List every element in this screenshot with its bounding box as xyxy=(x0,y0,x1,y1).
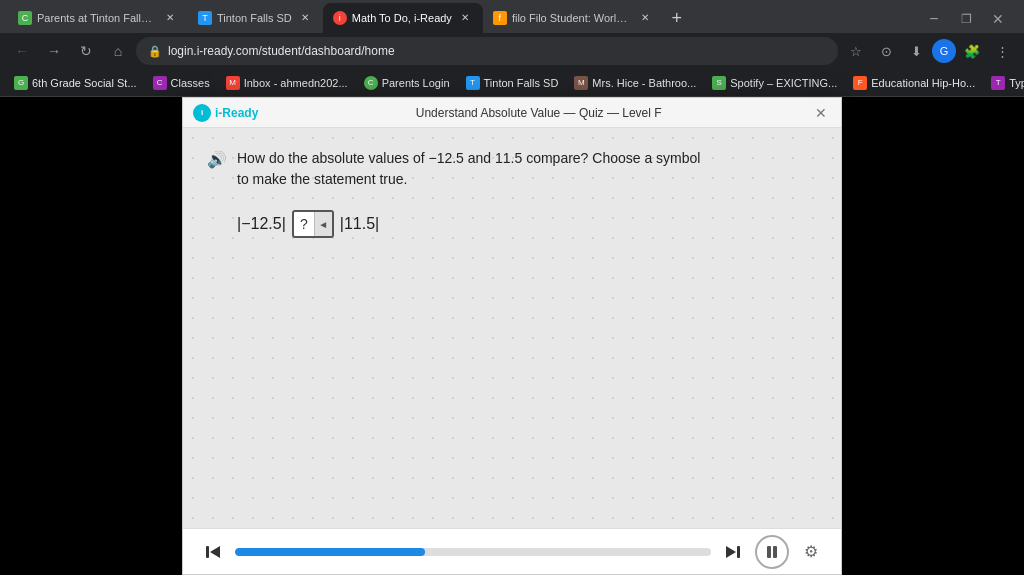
tab-1[interactable]: C Parents at Tinton Falls School D... ✕ xyxy=(8,3,188,33)
bookmark-1[interactable]: G 6th Grade Social St... xyxy=(8,74,143,92)
progress-bar-container[interactable] xyxy=(235,548,711,556)
bookmark-star-button[interactable]: ☆ xyxy=(842,37,870,65)
tab-3-label: Math To Do, i-Ready xyxy=(352,12,452,24)
tab-3-close[interactable]: ✕ xyxy=(457,10,473,26)
tab-4-favicon: f xyxy=(493,11,507,25)
bookmark-5-icon: T xyxy=(466,76,480,90)
bookmark-2[interactable]: C Classes xyxy=(147,74,216,92)
tab-2[interactable]: T Tinton Falls SD ✕ xyxy=(188,3,323,33)
svg-rect-4 xyxy=(767,546,771,558)
right-expression: |11.5| xyxy=(340,215,379,233)
bookmark-7[interactable]: S Spotify – EXICTING... xyxy=(706,74,843,92)
bookmark-2-icon: C xyxy=(153,76,167,90)
bookmark-8-label: Educational Hip-Ho... xyxy=(871,77,975,89)
browser-frame: C Parents at Tinton Falls School D... ✕ … xyxy=(0,0,1024,575)
bookmark-4-icon: C xyxy=(364,76,378,90)
tab-1-favicon: C xyxy=(18,11,32,25)
question-line2: to make the statement true. xyxy=(237,171,407,187)
tab-1-label: Parents at Tinton Falls School D... xyxy=(37,12,157,24)
tab-4[interactable]: f filo Filo Student: World's Only Live l… xyxy=(483,3,663,33)
bookmark-2-label: Classes xyxy=(171,77,210,89)
tab-2-close[interactable]: ✕ xyxy=(297,10,313,26)
iready-window-title: Understand Absolute Value — Quiz — Level… xyxy=(266,106,811,120)
iready-logo-text: i-Ready xyxy=(215,106,258,120)
tab-bar: C Parents at Tinton Falls School D... ✕ … xyxy=(0,0,1024,33)
maximize-button[interactable]: ❐ xyxy=(952,5,980,33)
tab-2-favicon: T xyxy=(198,11,212,25)
quiz-content: 🔊 How do the absolute values of −12.5 an… xyxy=(183,128,841,528)
back-button[interactable]: ← xyxy=(8,37,36,65)
bookmark-3-icon: M xyxy=(226,76,240,90)
comparison-arrow[interactable]: ◄ xyxy=(314,212,332,236)
bookmark-6[interactable]: M Mrs. Hice - Bathroo... xyxy=(568,74,702,92)
bookmark-7-label: Spotify – EXICTING... xyxy=(730,77,837,89)
address-url: login.i-ready.com/student/dashboard/home xyxy=(168,44,826,58)
svg-marker-3 xyxy=(726,546,736,558)
speaker-icon[interactable]: 🔊 xyxy=(207,150,227,170)
bookmark-9-label: Typing Lessons | U... xyxy=(1009,77,1024,89)
iready-logo-icon: i xyxy=(193,104,211,122)
bookmark-8[interactable]: F Educational Hip-Ho... xyxy=(847,74,981,92)
question-text: How do the absolute values of −12.5 and … xyxy=(237,148,700,190)
address-bar[interactable]: 🔒 login.i-ready.com/student/dashboard/ho… xyxy=(136,37,838,65)
skip-back-button[interactable] xyxy=(199,538,227,566)
tab-4-label: filo Filo Student: World's Only Live li.… xyxy=(512,12,632,24)
bookmark-4[interactable]: C Parents Login xyxy=(358,74,456,92)
iready-logo: i i-Ready xyxy=(193,104,258,122)
history-button[interactable]: ⊙ xyxy=(872,37,900,65)
window-close-button[interactable]: ✕ xyxy=(984,5,1012,33)
svg-rect-0 xyxy=(206,546,209,558)
tab-1-close[interactable]: ✕ xyxy=(162,10,178,26)
bookmark-5-label: Tinton Falls SD xyxy=(484,77,559,89)
page-content: i i-Ready Understand Absolute Value — Qu… xyxy=(0,97,1024,575)
svg-rect-2 xyxy=(737,546,740,558)
tab-4-close[interactable]: ✕ xyxy=(637,10,653,26)
pause-button[interactable] xyxy=(755,535,789,569)
bookmark-3[interactable]: M Inbox - ahmedn202... xyxy=(220,74,354,92)
tab-3-favicon: i xyxy=(333,11,347,25)
bookmark-9[interactable]: T Typing Lessons | U... xyxy=(985,74,1024,92)
forward-button[interactable]: → xyxy=(40,37,68,65)
refresh-button[interactable]: ↻ xyxy=(72,37,100,65)
profile-button[interactable]: G xyxy=(932,39,956,63)
tab-3[interactable]: i Math To Do, i-Ready ✕ xyxy=(323,3,483,33)
bookmarks-bar: G 6th Grade Social St... C Classes M Inb… xyxy=(0,70,1024,98)
bookmark-6-label: Mrs. Hice - Bathroo... xyxy=(592,77,696,89)
skip-forward-button[interactable] xyxy=(719,538,747,566)
iready-close-button[interactable]: ✕ xyxy=(811,103,831,123)
nav-right-buttons: ☆ ⊙ ⬇ G 🧩 ⋮ xyxy=(842,37,1016,65)
svg-marker-1 xyxy=(210,546,220,558)
comparison-dropdown[interactable]: ? ◄ xyxy=(292,210,334,238)
answer-row: |−12.5| ? ◄ |11.5| xyxy=(237,210,817,238)
question-line1: How do the absolute values of −12.5 and … xyxy=(237,150,700,166)
lock-icon: 🔒 xyxy=(148,45,162,58)
home-button[interactable]: ⌂ xyxy=(104,37,132,65)
nav-bar: ← → ↻ ⌂ 🔒 login.i-ready.com/student/dash… xyxy=(0,33,1024,70)
minimize-button[interactable]: − xyxy=(920,5,948,33)
svg-rect-5 xyxy=(773,546,777,558)
bookmark-3-label: Inbox - ahmedn202... xyxy=(244,77,348,89)
bookmark-6-icon: M xyxy=(574,76,588,90)
bookmark-7-icon: S xyxy=(712,76,726,90)
comparison-value: ? xyxy=(294,216,314,232)
bottom-controls: ⚙ xyxy=(183,528,841,574)
dropdown-arrow-icon: ◄ xyxy=(318,219,328,230)
iready-titlebar: i i-Ready Understand Absolute Value — Qu… xyxy=(183,98,841,128)
bookmark-1-icon: G xyxy=(14,76,28,90)
progress-bar-fill xyxy=(235,548,425,556)
iready-window: i i-Ready Understand Absolute Value — Qu… xyxy=(182,97,842,575)
extensions-button[interactable]: 🧩 xyxy=(958,37,986,65)
more-menu-button[interactable]: ⋮ xyxy=(988,37,1016,65)
download-button[interactable]: ⬇ xyxy=(902,37,930,65)
bookmark-5[interactable]: T Tinton Falls SD xyxy=(460,74,565,92)
question-row: 🔊 How do the absolute values of −12.5 an… xyxy=(207,148,817,190)
new-tab-button[interactable]: + xyxy=(663,5,691,33)
bookmark-8-icon: F xyxy=(853,76,867,90)
tab-2-label: Tinton Falls SD xyxy=(217,12,292,24)
settings-button[interactable]: ⚙ xyxy=(797,538,825,566)
bookmark-9-icon: T xyxy=(991,76,1005,90)
left-expression: |−12.5| xyxy=(237,215,286,233)
bookmark-1-label: 6th Grade Social St... xyxy=(32,77,137,89)
bookmark-4-label: Parents Login xyxy=(382,77,450,89)
